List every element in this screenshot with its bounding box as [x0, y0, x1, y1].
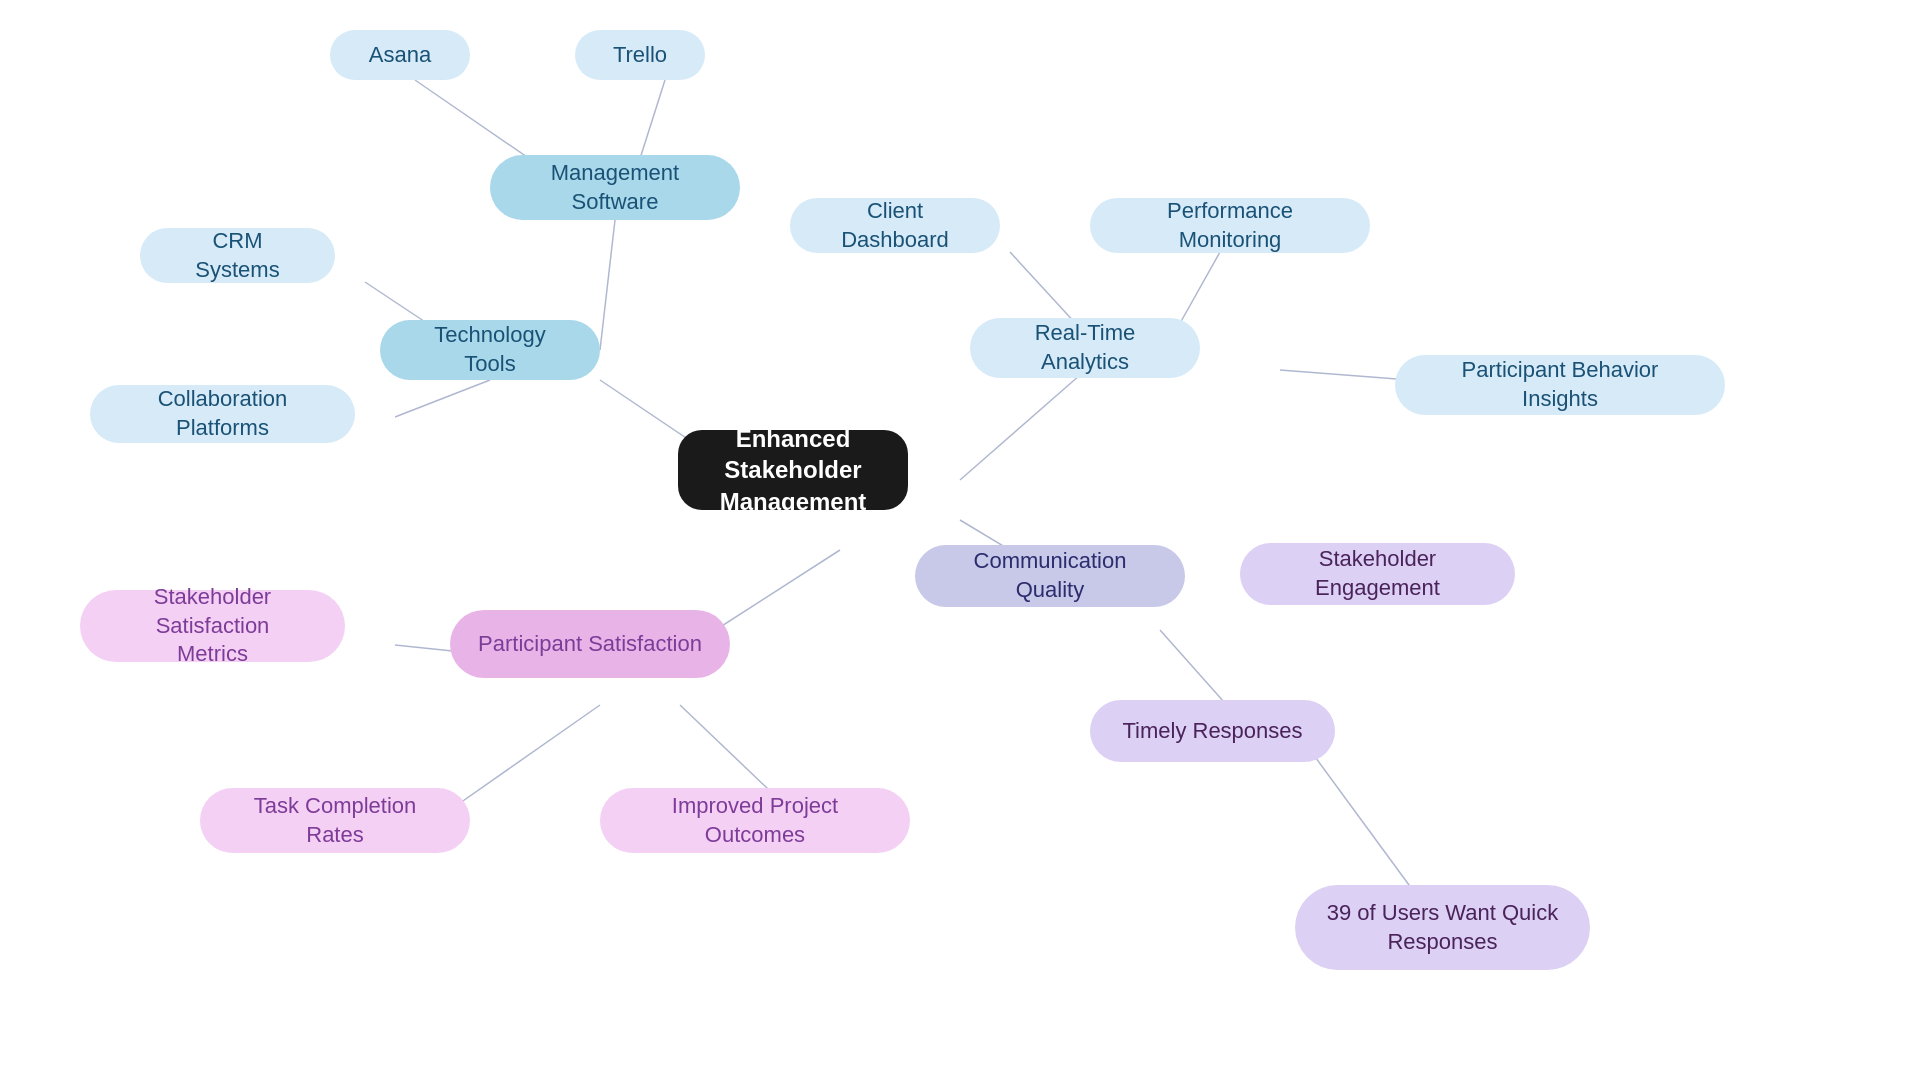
real-time-analytics-label: Real-Time Analytics: [998, 319, 1172, 376]
asana-label: Asana: [369, 41, 431, 70]
center-node: Enhanced Stakeholder Management: [678, 430, 908, 510]
client-dashboard-node: Client Dashboard: [790, 198, 1000, 253]
participant-satisfaction-label: Participant Satisfaction: [478, 630, 702, 659]
improved-project-label: Improved Project Outcomes: [628, 792, 882, 849]
participant-satisfaction-node: Participant Satisfaction: [450, 610, 730, 678]
svg-line-18: [1310, 750, 1420, 900]
asana-node: Asana: [330, 30, 470, 80]
svg-line-12: [450, 705, 600, 810]
improved-project-node: Improved Project Outcomes: [600, 788, 910, 853]
crm-systems-label: CRM Systems: [168, 227, 307, 284]
trello-label: Trello: [613, 41, 667, 70]
quick-responses-label: 39 of Users Want Quick Responses: [1327, 899, 1558, 956]
stakeholder-satisfaction-node: Stakeholder Satisfaction Metrics: [80, 590, 345, 662]
svg-line-6: [960, 375, 1080, 480]
stakeholder-engagement-node: Stakeholder Engagement: [1240, 543, 1515, 605]
timely-responses-node: Timely Responses: [1090, 700, 1335, 762]
stakeholder-satisfaction-label: Stakeholder Satisfaction Metrics: [108, 583, 317, 669]
management-software-node: Management Software: [490, 155, 740, 220]
real-time-analytics-node: Real-Time Analytics: [970, 318, 1200, 378]
stakeholder-engagement-label: Stakeholder Engagement: [1268, 545, 1487, 602]
center-label: Enhanced Stakeholder Management: [718, 423, 868, 517]
management-software-label: Management Software: [518, 159, 712, 216]
communication-quality-node: Communication Quality: [915, 545, 1185, 607]
technology-tools-node: Technology Tools: [380, 320, 600, 380]
performance-monitoring-label: Performance Monitoring: [1118, 197, 1342, 254]
timely-responses-label: Timely Responses: [1122, 717, 1302, 746]
client-dashboard-label: Client Dashboard: [818, 197, 972, 254]
crm-systems-node: CRM Systems: [140, 228, 335, 283]
communication-quality-label: Communication Quality: [943, 547, 1157, 604]
svg-line-9: [1280, 370, 1410, 380]
collaboration-platforms-node: Collaboration Platforms: [90, 385, 355, 443]
quick-responses-node: 39 of Users Want Quick Responses: [1295, 885, 1590, 970]
technology-tools-label: Technology Tools: [408, 321, 572, 378]
participant-behavior-label: Participant Behavior Insights: [1423, 356, 1697, 413]
participant-behavior-node: Participant Behavior Insights: [1395, 355, 1725, 415]
svg-line-1: [600, 220, 615, 350]
collaboration-platforms-label: Collaboration Platforms: [118, 385, 327, 442]
performance-monitoring-node: Performance Monitoring: [1090, 198, 1370, 253]
trello-node: Trello: [575, 30, 705, 80]
task-completion-label: Task Completion Rates: [228, 792, 442, 849]
task-completion-node: Task Completion Rates: [200, 788, 470, 853]
svg-line-5: [395, 380, 490, 417]
